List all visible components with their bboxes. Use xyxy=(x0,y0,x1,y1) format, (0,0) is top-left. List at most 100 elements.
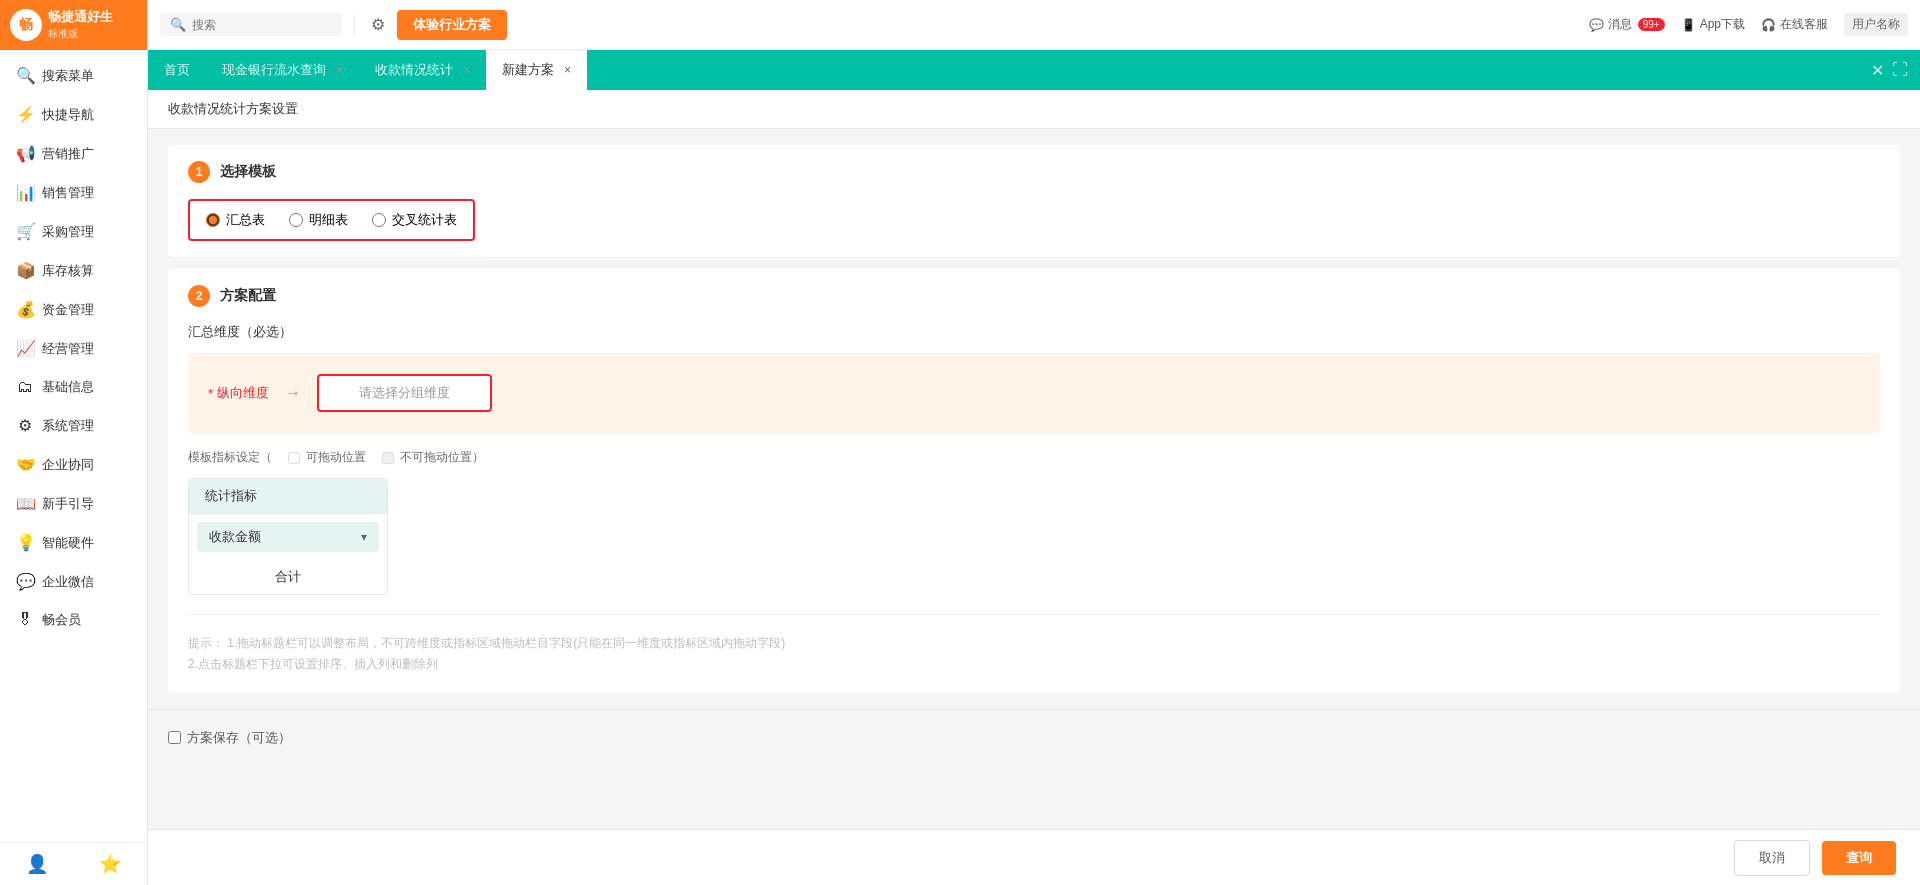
query-button[interactable]: 查询 xyxy=(1822,841,1896,875)
radio-summary[interactable]: 汇总表 xyxy=(206,211,265,229)
collab-icon: 🤝 xyxy=(16,455,34,474)
radio-cross-input[interactable] xyxy=(372,213,386,227)
sidebar-item-sales[interactable]: 📊 销售管理 xyxy=(0,173,147,212)
finance-icon: 💰 xyxy=(16,300,34,319)
logo-badge: 标准版 xyxy=(48,28,78,39)
user-label: 用户名称 xyxy=(1852,17,1900,31)
system-icon: ⚙ xyxy=(16,416,34,435)
dimension-selector-text: 请选择分组维度 xyxy=(359,385,450,400)
search-icon: 🔍 xyxy=(170,17,186,32)
download-action[interactable]: 📱 App下载 xyxy=(1681,16,1745,33)
chevron-down-icon: ▾ xyxy=(361,530,367,544)
hardware-icon: 💡 xyxy=(16,533,34,552)
sidebar-item-label: 智能硬件 xyxy=(42,534,94,552)
message-badge: 99+ xyxy=(1638,18,1665,31)
tab-home[interactable]: 首页 xyxy=(148,50,206,90)
indicator-total: 合计 xyxy=(189,560,387,594)
tab-bank-flow-close[interactable]: × xyxy=(336,63,343,77)
trial-button[interactable]: 体验行业方案 xyxy=(397,10,507,40)
indicator-section: 模板指标设定（ 可拖动位置 不可拖动位置） 统计指标 xyxy=(188,449,1880,598)
indicator-tag-receipt[interactable]: 收款金额 ▾ xyxy=(197,522,379,552)
message-icon: 💬 xyxy=(1589,18,1604,32)
tab-receipt-stat-label: 收款情况统计 xyxy=(375,61,453,79)
message-action[interactable]: 💬 消息 99+ xyxy=(1589,16,1665,33)
sidebar-item-label: 基础信息 xyxy=(42,378,94,396)
sidebar-item-system[interactable]: ⚙ 系统管理 xyxy=(0,406,147,445)
sidebar-item-purchase[interactable]: 🛒 采购管理 xyxy=(0,212,147,251)
sidebar-bottom-icon1[interactable]: 👤 xyxy=(26,853,48,875)
sidebar-item-inventory[interactable]: 📦 库存核算 xyxy=(0,251,147,290)
step1-title: 选择模板 xyxy=(220,163,276,181)
user-info[interactable]: 用户名称 xyxy=(1844,13,1908,36)
save-checkbox-label[interactable]: 方案保存（可选） xyxy=(168,729,291,747)
dimension-section-title: 汇总维度（必选） xyxy=(188,323,1880,341)
save-checkbox[interactable] xyxy=(168,731,181,744)
sidebar: 畅 畅捷通好生 标准版 🔍 搜索菜单 ⚡ 快捷导航 📢 营销推广 📊 销售管理 … xyxy=(0,0,148,885)
sales-icon: 📊 xyxy=(16,183,34,202)
radio-detail-label: 明细表 xyxy=(309,211,348,229)
cancel-button[interactable]: 取消 xyxy=(1734,840,1810,876)
tab-new-plan[interactable]: 新建方案 × xyxy=(486,50,587,90)
sidebar-item-management[interactable]: 📈 经营管理 xyxy=(0,329,147,368)
management-icon: 📈 xyxy=(16,339,34,358)
logo-icon: 畅 xyxy=(10,9,42,41)
sidebar-item-wechat[interactable]: 💬 企业微信 xyxy=(0,562,147,601)
gear-icon[interactable]: ⚙ xyxy=(367,11,389,38)
legend-unmovable: 不可拖动位置） xyxy=(382,449,484,466)
search-input[interactable] xyxy=(192,18,332,32)
sidebar-item-marketing[interactable]: 📢 营销推广 xyxy=(0,134,147,173)
radio-cross[interactable]: 交叉统计表 xyxy=(372,211,457,229)
sidebar-item-label: 搜索菜单 xyxy=(42,67,94,85)
tab-new-plan-close[interactable]: × xyxy=(564,63,571,77)
vip-icon: 🎖 xyxy=(16,611,34,629)
content-area: 收款情况统计方案设置 1 选择模板 汇总表 明细表 xyxy=(148,90,1920,829)
radio-cross-label: 交叉统计表 xyxy=(392,211,457,229)
dimension-area: * 纵向维度 → 请选择分组维度 xyxy=(188,353,1880,433)
sidebar-item-search[interactable]: 🔍 搜索菜单 xyxy=(0,56,147,95)
sidebar-item-quicknav[interactable]: ⚡ 快捷导航 xyxy=(0,95,147,134)
indicator-table: 统计指标 收款金额 ▾ 合计 xyxy=(188,478,388,595)
step2-section: 2 方案配置 汇总维度（必选） * 纵向维度 → 请选择分组维度 xyxy=(168,269,1900,693)
tab-close-all-icon[interactable]: ✕ xyxy=(1871,61,1884,80)
legend-unmovable-label: 不可拖动位置） xyxy=(400,449,484,466)
sidebar-item-label: 采购管理 xyxy=(42,223,94,241)
sidebar-item-hardware[interactable]: 💡 智能硬件 xyxy=(0,523,147,562)
hint-text-2: 2.点击标题栏下拉可设置排序、插入列和删除列 xyxy=(188,656,1880,673)
sidebar-logo: 畅 畅捷通好生 标准版 xyxy=(0,0,147,50)
tab-new-plan-label: 新建方案 xyxy=(502,61,554,79)
section-divider xyxy=(188,614,1880,615)
radio-summary-label: 汇总表 xyxy=(226,211,265,229)
service-action[interactable]: 🎧 在线客服 xyxy=(1761,16,1828,33)
indicator-total-text: 合计 xyxy=(275,569,301,584)
step1-section: 1 选择模板 汇总表 明细表 交叉统计表 xyxy=(168,145,1900,257)
indicator-legend: 模板指标设定（ 可拖动位置 不可拖动位置） xyxy=(188,449,1880,466)
tab-receipt-stat-close[interactable]: × xyxy=(463,63,470,77)
radio-detail-input[interactable] xyxy=(289,213,303,227)
sidebar-item-label: 畅会员 xyxy=(42,611,81,629)
sidebar-item-vip[interactable]: 🎖 畅会员 xyxy=(0,601,147,639)
tab-expand-icon[interactable]: ⛶ xyxy=(1892,61,1908,79)
sidebar-item-guide[interactable]: 📖 新手引导 xyxy=(0,484,147,523)
bottom-icon2: ⭐ xyxy=(99,853,121,875)
radio-detail[interactable]: 明细表 xyxy=(289,211,348,229)
step1-header: 1 选择模板 xyxy=(188,161,1880,183)
bottom-actions: 取消 查询 xyxy=(148,829,1920,885)
search-menu-icon: 🔍 xyxy=(16,66,34,85)
tab-receipt-stat[interactable]: 收款情况统计 × xyxy=(359,50,486,90)
page-header: 收款情况统计方案设置 xyxy=(148,90,1920,129)
dimension-arrow-icon: → xyxy=(285,384,301,402)
sidebar-item-finance[interactable]: 💰 资金管理 xyxy=(0,290,147,329)
required-star: * xyxy=(208,386,213,401)
sidebar-item-collab[interactable]: 🤝 企业协同 xyxy=(0,445,147,484)
dimension-selector[interactable]: 请选择分组维度 xyxy=(317,374,492,412)
legend-unmovable-dot xyxy=(382,452,394,464)
sidebar-item-basicinfo[interactable]: 🗂 基础信息 xyxy=(0,368,147,406)
guide-icon: 📖 xyxy=(16,494,34,513)
sidebar-item-label: 资金管理 xyxy=(42,301,94,319)
tab-bank-flow[interactable]: 现金银行流水查询 × xyxy=(206,50,359,90)
topbar: 🔍 ⚙ 体验行业方案 💬 消息 99+ 📱 App下载 🎧 在线客服 用户名称 xyxy=(148,0,1920,50)
sidebar-bottom-icon2[interactable]: ⭐ xyxy=(99,853,121,875)
indicator-table-header: 统计指标 xyxy=(189,479,387,514)
topbar-divider xyxy=(354,15,355,35)
radio-summary-input[interactable] xyxy=(206,213,220,227)
